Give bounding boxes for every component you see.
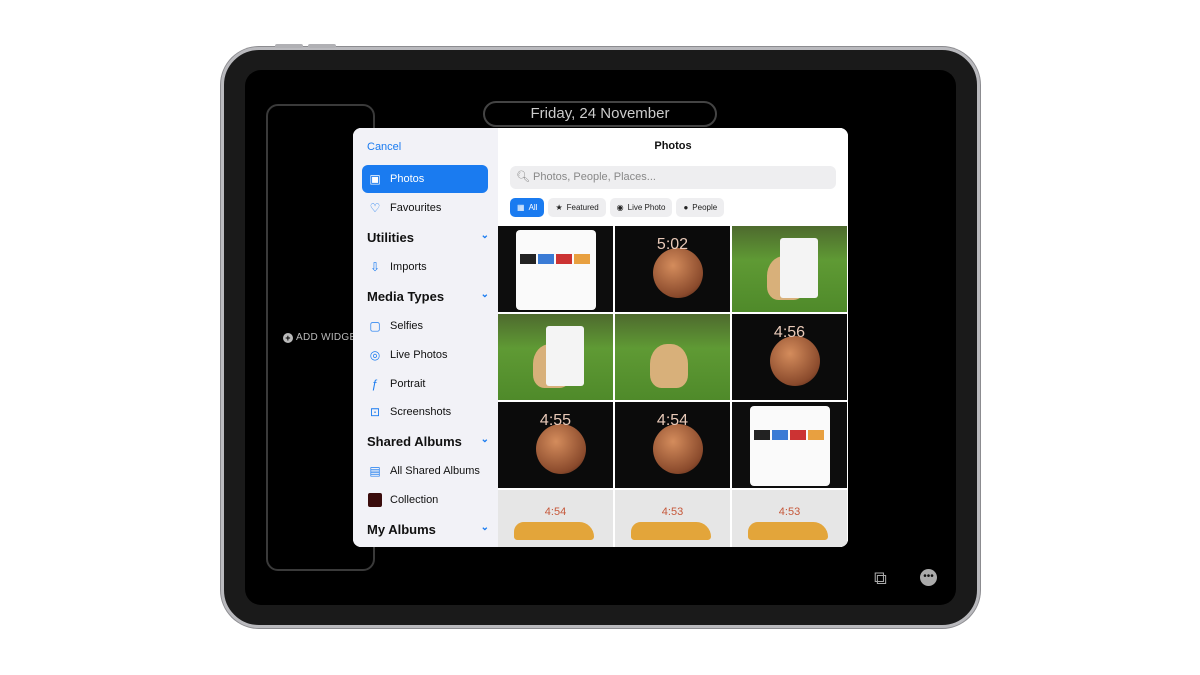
filter-all[interactable]: ▦ All — [510, 198, 545, 217]
filter-label: Featured — [566, 203, 599, 212]
filter-live-photo[interactable]: ◉ Live Photo — [609, 198, 673, 217]
filter-bar: ▦ All ★ Featured ◉ Live Photo ● People — [510, 198, 725, 217]
import-icon: ⇩ — [369, 260, 381, 274]
photo-thumbnail[interactable]: 4:53 — [615, 490, 730, 547]
sidebar-item-collection[interactable]: Collection — [362, 486, 488, 514]
sidebar-item-selfies[interactable]: ▢ Selfies — [362, 312, 488, 340]
section-header: Utilities — [367, 230, 414, 245]
photo-thumbnail[interactable]: 4:56 — [732, 314, 847, 400]
sidebar-item-label: Screenshots — [390, 406, 452, 418]
portrait-icon: ƒ — [371, 377, 379, 391]
sidebar-item-photos[interactable]: ▣ Photos — [362, 165, 488, 193]
photo-thumbnail[interactable]: 5:02 — [615, 226, 730, 312]
sidebar-item-screenshots[interactable]: ⊡ Screenshots — [362, 398, 488, 426]
planet-image — [653, 424, 703, 474]
live-photo-icon: ◉ — [616, 203, 624, 212]
photo-thumbnail[interactable] — [732, 402, 847, 488]
section-media-types[interactable]: Media Types ⌄ — [367, 289, 489, 304]
photos-icon: ▣ — [369, 172, 381, 186]
album-thumbnail — [368, 493, 382, 507]
photo-thumbnail[interactable]: 4:54 — [615, 402, 730, 488]
car-image — [631, 522, 711, 540]
search-input[interactable]: 🔍︎ Photos, People, Places... — [510, 166, 836, 189]
chevron-down-icon: ⌄ — [480, 289, 489, 300]
photo-thumbnail[interactable] — [498, 314, 613, 400]
sidebar-item-label: Imports — [390, 261, 427, 273]
planet-image — [770, 336, 820, 386]
clock-time: 4:56 — [773, 324, 806, 341]
photo-thumbnail[interactable] — [615, 314, 730, 400]
heart-icon: ♡ — [369, 201, 381, 215]
volume-button — [275, 44, 303, 48]
photo-thumbnail[interactable]: 4:55 — [498, 402, 613, 488]
sidebar-item-label: Collection — [390, 494, 439, 506]
screenshot-dialog — [516, 230, 596, 310]
chevron-down-icon: ⌄ — [480, 434, 489, 445]
photo-thumbnail[interactable] — [732, 226, 847, 312]
sidebar-item-imports[interactable]: ⇩ Imports — [362, 253, 488, 281]
sidebar-item-label: Portrait — [390, 378, 426, 390]
clock-time: 4:55 — [539, 412, 572, 429]
filter-people[interactable]: ● People — [676, 198, 725, 217]
dog-image — [650, 344, 688, 388]
planet-image — [653, 248, 703, 298]
sidebar-item-label: Selfies — [390, 320, 424, 332]
clock-time: 4:54 — [656, 412, 689, 429]
car-image — [514, 522, 594, 540]
search-icon: 🔍︎ — [516, 171, 530, 183]
screenshot-icon: ⊡ — [369, 405, 381, 419]
section-header: My Albums — [367, 522, 436, 537]
clock-time: 4:54 — [544, 506, 567, 518]
page-title: Photos — [654, 140, 692, 152]
overlay-card — [546, 326, 584, 386]
chevron-down-icon: ⌄ — [480, 522, 489, 533]
planet-image — [536, 424, 586, 474]
sidebar-item-all-shared-albums[interactable]: ▤ All Shared Albums — [362, 457, 488, 485]
screenshot-dialog — [750, 406, 830, 486]
section-header: Shared Albums — [367, 434, 462, 449]
filter-featured[interactable]: ★ Featured — [548, 198, 606, 217]
sidebar-item-favourites[interactable]: ♡ Favourites — [362, 194, 488, 222]
person-icon: ● — [683, 203, 689, 212]
sidebar-item-label: Live Photos — [390, 349, 448, 361]
overlay-card — [780, 238, 818, 298]
sidebar-item-live-photos[interactable]: ◎ Live Photos — [362, 341, 488, 369]
sidebar-item-portrait[interactable]: ƒ Portrait — [362, 370, 488, 398]
cancel-button[interactable]: Cancel — [367, 141, 401, 153]
plus-icon: + — [283, 332, 293, 343]
filter-label: Live Photo — [627, 203, 666, 212]
sidebar-item-label: Photos — [390, 173, 425, 185]
chevron-down-icon: ⌄ — [480, 230, 489, 241]
photo-thumbnail[interactable] — [498, 226, 613, 312]
clock-time: 4:53 — [661, 506, 684, 518]
section-my-albums[interactable]: My Albums ⌄ — [367, 522, 489, 537]
add-widget-button[interactable]: + ADD WIDGET — [283, 332, 363, 343]
volume-button — [308, 44, 336, 48]
sidebar: Cancel ▣ Photos ♡ Favourites Utilities ⌄ ⇩ I… — [353, 128, 498, 547]
filter-label: People — [692, 203, 718, 212]
car-image — [748, 522, 828, 540]
photo-picker: Cancel ▣ Photos ♡ Favourites Utilities ⌄ ⇩ I… — [353, 128, 848, 547]
live-photo-icon: ◎ — [369, 348, 381, 362]
section-header: Media Types — [367, 289, 445, 304]
sidebar-item-label: Favourites — [390, 202, 442, 214]
clock-time: 4:53 — [778, 506, 801, 518]
photo-grid: 5:02 4:56 4:55 4:54 4:54 4:53 4:53 — [498, 226, 848, 547]
section-shared-albums[interactable]: Shared Albums ⌄ — [367, 434, 489, 449]
photo-thumbnail[interactable]: 4:53 — [732, 490, 847, 547]
star-icon: ★ — [555, 203, 563, 212]
clock-time: 5:02 — [656, 236, 689, 253]
photo-library-icon[interactable]: ⧉ — [874, 568, 887, 589]
search-placeholder: Photos, People, Places... — [533, 171, 656, 183]
selfie-icon: ▢ — [369, 319, 381, 333]
section-utilities[interactable]: Utilities ⌄ — [367, 230, 489, 245]
grid-icon: ▦ — [517, 203, 525, 212]
photos-main: Photos 🔍︎ Photos, People, Places... ▦ All… — [498, 128, 848, 547]
photo-thumbnail[interactable]: 4:54 — [498, 490, 613, 547]
shared-albums-icon: ▤ — [369, 464, 381, 478]
filter-label: All — [528, 203, 538, 212]
sidebar-item-label: All Shared Albums — [390, 465, 480, 477]
more-icon[interactable]: ••• — [920, 569, 937, 586]
date-widget[interactable]: Friday, 24 November — [483, 101, 717, 127]
